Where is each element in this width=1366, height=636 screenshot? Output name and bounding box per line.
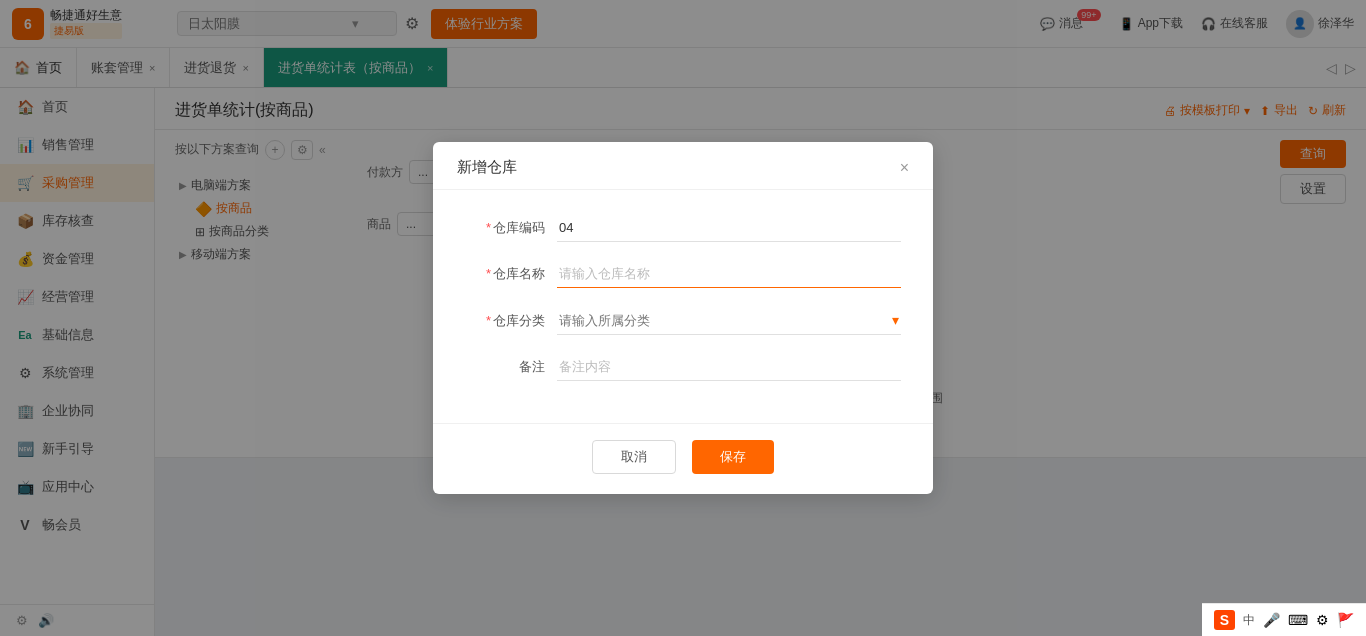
form-select-category-input[interactable]: [559, 313, 892, 328]
form-label-category: 仓库分类: [465, 312, 545, 330]
form-label-name: 仓库名称: [465, 265, 545, 283]
settings-bottom-icon[interactable]: ⚙: [1316, 612, 1329, 628]
modal-close-btn[interactable]: ×: [900, 159, 909, 177]
form-row-remark: 备注: [465, 353, 901, 381]
form-label-remark: 备注: [465, 358, 545, 376]
form-row-category: 仓库分类 ▾: [465, 306, 901, 335]
modal-footer: 取消 保存: [433, 423, 933, 494]
form-input-name[interactable]: [557, 260, 901, 288]
s-logo: S: [1214, 610, 1235, 630]
flag-icon[interactable]: 🚩: [1337, 612, 1354, 628]
cancel-btn[interactable]: 取消: [592, 440, 676, 474]
keyboard-icon[interactable]: ⌨: [1288, 612, 1308, 628]
form-row-name: 仓库名称: [465, 260, 901, 288]
bottom-bar: S 中 🎤 ⌨ ⚙ 🚩: [1202, 603, 1366, 636]
lang-label: 中: [1243, 612, 1255, 629]
modal-header: 新增仓库 ×: [433, 142, 933, 190]
form-label-code: 仓库编码: [465, 219, 545, 237]
modal-body: 仓库编码 仓库名称 仓库分类 ▾ 备注: [433, 190, 933, 423]
new-warehouse-modal: 新增仓库 × 仓库编码 仓库名称 仓库分类 ▾: [433, 142, 933, 494]
modal-title: 新增仓库: [457, 158, 517, 177]
form-input-code[interactable]: [557, 214, 901, 242]
modal-overlay: 新增仓库 × 仓库编码 仓库名称 仓库分类 ▾: [0, 0, 1366, 636]
form-input-remark[interactable]: [557, 353, 901, 381]
form-select-category[interactable]: ▾: [557, 306, 901, 335]
mic-icon[interactable]: 🎤: [1263, 612, 1280, 628]
save-btn[interactable]: 保存: [692, 440, 774, 474]
category-dropdown-icon: ▾: [892, 312, 899, 328]
form-row-code: 仓库编码: [465, 214, 901, 242]
